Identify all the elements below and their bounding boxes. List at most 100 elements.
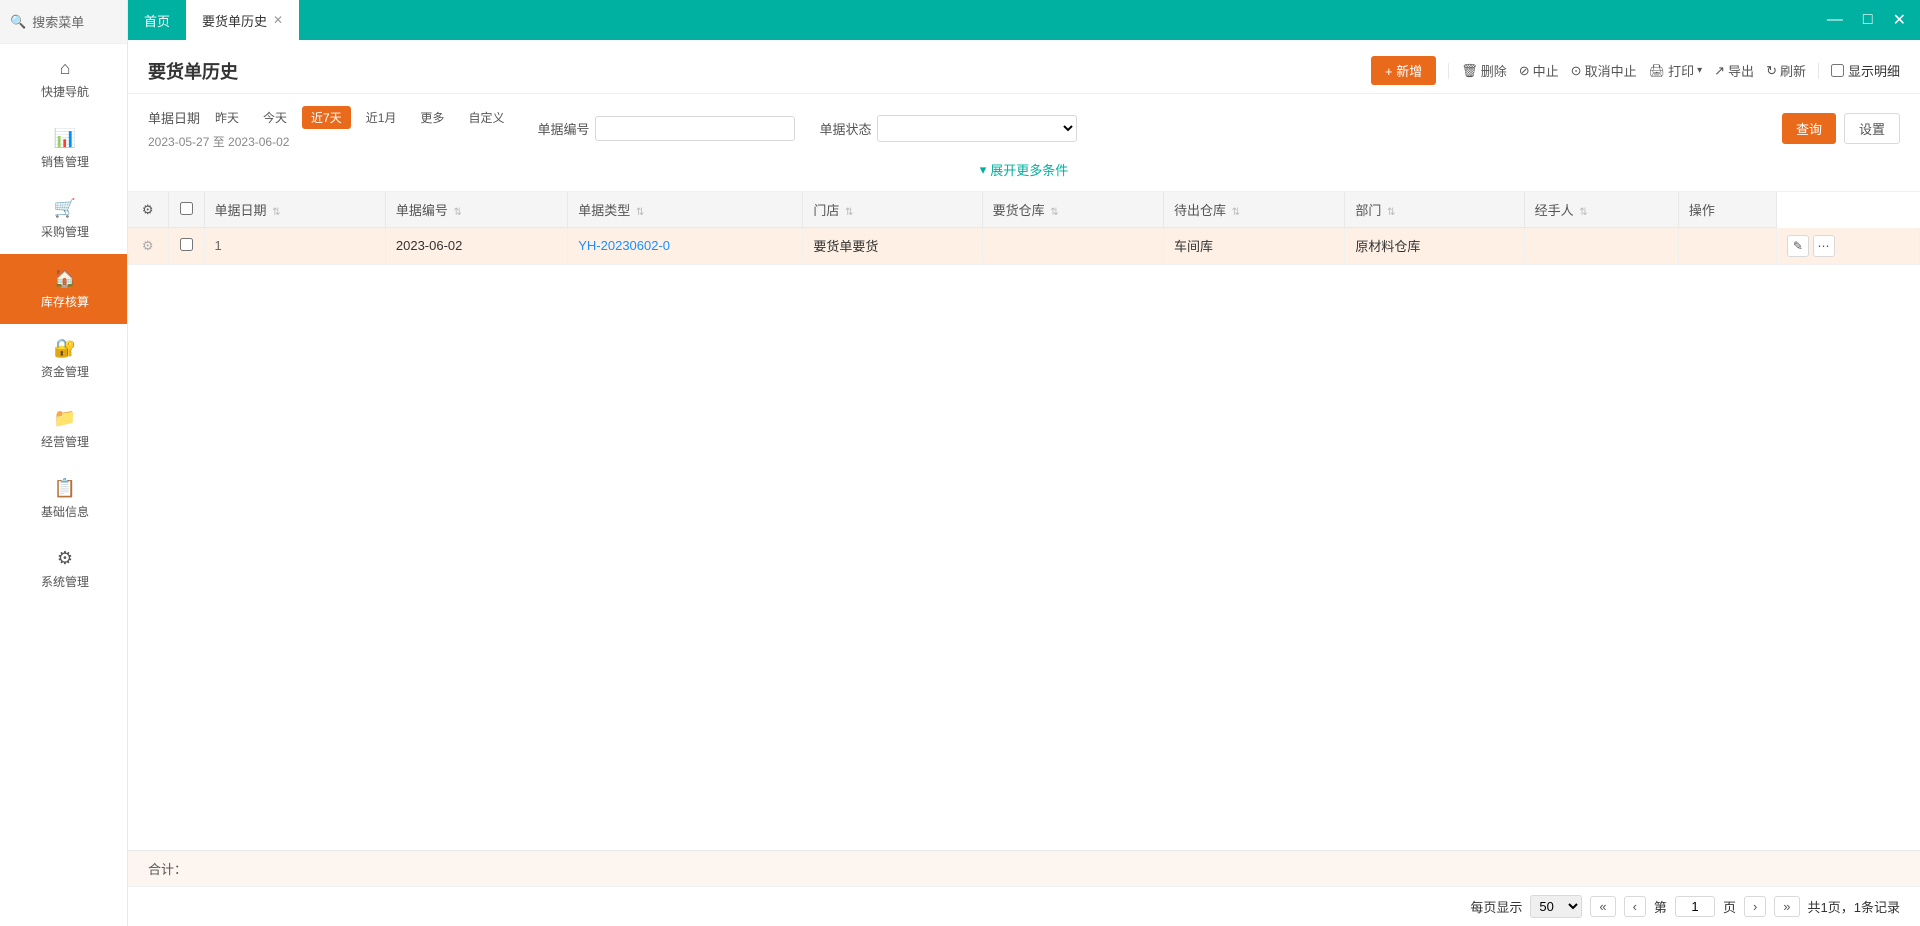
sales-icon: 📊 — [54, 128, 76, 149]
col-settings[interactable]: ⚙ — [128, 192, 168, 228]
stop-button[interactable]: ⊘ 中止 — [1519, 61, 1559, 80]
query-button[interactable]: 查询 — [1782, 113, 1836, 144]
sidebar-item-system[interactable]: ⚙ 系统管理 — [0, 534, 127, 604]
page-suffix: 页 — [1723, 897, 1736, 916]
print-button[interactable]: 🖨 打印 ▾ — [1649, 61, 1703, 80]
export-button[interactable]: ↗ 导出 — [1714, 61, 1754, 80]
tab-close-icon[interactable]: ✕ — [273, 13, 283, 27]
last-page-button[interactable]: » — [1774, 896, 1799, 917]
select-all-checkbox[interactable] — [180, 202, 193, 215]
col-req-warehouse[interactable]: 要货仓库 ⇅ — [982, 192, 1163, 228]
row-doc-type: 要货单要货 — [803, 228, 982, 265]
status-select[interactable] — [877, 115, 1077, 142]
per-page-select[interactable]: 50 100 — [1530, 895, 1582, 918]
toolbar: + 新增 🗑 删除 ⊘ 中止 ⊙ 取消中止 🖨 打印 ▾ — [1371, 56, 1900, 85]
sort-pendwh-icon: ⇅ — [1232, 207, 1240, 218]
cancel-stop-label: 取消中止 — [1585, 61, 1637, 80]
refresh-button[interactable]: ↻ 刷新 — [1766, 61, 1806, 80]
row-handler — [1678, 228, 1776, 265]
sidebar-item-label: 资金管理 — [41, 363, 89, 380]
home-icon: ⌂ — [60, 58, 71, 79]
page-number-input[interactable] — [1675, 896, 1715, 917]
col-doc-no-label: 单据编号 — [396, 203, 448, 218]
sort-handler-icon: ⇅ — [1579, 207, 1587, 218]
sidebar-item-operations[interactable]: 📁 经营管理 — [0, 394, 127, 464]
refresh-label: 刷新 — [1780, 61, 1806, 80]
tab-home-label: 首页 — [144, 11, 170, 30]
col-doc-type[interactable]: 单据类型 ⇅ — [568, 192, 803, 228]
status-label: 单据状态 — [819, 119, 871, 138]
row-store — [982, 228, 1163, 265]
main-area: 首页 要货单历史 ✕ — □ ✕ 要货单历史 + 新增 🗑 删除 ⊘ — [128, 0, 1920, 926]
sort-store-icon: ⇅ — [845, 207, 853, 218]
cancel-stop-button[interactable]: ⊙ 取消中止 — [1571, 61, 1637, 80]
tab-history[interactable]: 要货单历史 ✕ — [186, 0, 299, 40]
new-button[interactable]: + 新增 — [1371, 56, 1436, 85]
date-btn-more[interactable]: 更多 — [411, 106, 453, 129]
show-detail-checkbox[interactable]: 显示明细 — [1831, 61, 1900, 80]
sidebar-search[interactable]: 🔍 搜索菜单 — [0, 0, 127, 44]
sort-doctype-icon: ⇅ — [636, 207, 644, 218]
status-filter: 单据状态 — [819, 115, 1077, 142]
row-edit-button[interactable]: ✎ — [1787, 235, 1809, 257]
table-header-row: ⚙ 单据日期 ⇅ 单据编号 ⇅ 单据类型 — [128, 192, 1920, 228]
operations-icon: 📁 — [54, 408, 76, 429]
col-doc-type-label: 单据类型 — [578, 203, 630, 218]
settings-button[interactable]: 设置 — [1844, 113, 1900, 144]
col-store-label: 门店 — [813, 203, 839, 218]
sidebar-item-sales[interactable]: 📊 销售管理 — [0, 114, 127, 184]
sidebar-item-quick-nav[interactable]: ⌂ 快捷导航 — [0, 44, 127, 114]
sidebar-item-label: 销售管理 — [41, 153, 89, 170]
print-icon: 🖨 — [1649, 63, 1666, 79]
page-title: 要货单历史 — [148, 58, 238, 84]
delete-button[interactable]: 🗑 删除 — [1461, 61, 1507, 80]
row-select-checkbox[interactable] — [180, 238, 193, 251]
cancel-stop-icon: ⊙ — [1571, 63, 1582, 79]
sidebar-item-basic[interactable]: 📋 基础信息 — [0, 464, 127, 534]
date-options: 昨天 今天 近7天 近1月 更多 自定义 — [206, 106, 513, 129]
tab-home[interactable]: 首页 — [128, 0, 186, 40]
col-doc-no[interactable]: 单据编号 ⇅ — [385, 192, 567, 228]
tab-history-label: 要货单历史 — [202, 11, 267, 30]
window-controls: — □ ✕ — [1821, 8, 1920, 32]
doc-no-input[interactable] — [595, 116, 795, 141]
first-page-button[interactable]: « — [1590, 896, 1615, 917]
sidebar-item-purchase[interactable]: 🛒 采购管理 — [0, 184, 127, 254]
sort-dept-icon: ⇅ — [1387, 207, 1395, 218]
show-detail-label: 显示明细 — [1848, 61, 1900, 80]
col-dept[interactable]: 部门 ⇅ — [1345, 192, 1524, 228]
prev-page-button[interactable]: ‹ — [1624, 896, 1646, 917]
col-date-label: 单据日期 — [215, 203, 267, 218]
maximize-button[interactable]: □ — [1857, 9, 1879, 31]
filter-actions: 查询 设置 — [1782, 113, 1900, 144]
sidebar-item-finance[interactable]: 🔐 资金管理 — [0, 324, 127, 394]
col-pending-warehouse[interactable]: 待出仓库 ⇅ — [1163, 192, 1344, 228]
close-button[interactable]: ✕ — [1887, 8, 1912, 32]
date-btn-1month[interactable]: 近1月 — [357, 106, 406, 129]
expand-row: ▾ 展开更多条件 — [148, 156, 1900, 179]
row-more-button[interactable]: ⋯ — [1813, 235, 1835, 257]
col-handler[interactable]: 经手人 ⇅ — [1524, 192, 1678, 228]
filter-area: 单据日期 昨天 今天 近7天 近1月 更多 自定义 2023-05-27 至 2… — [128, 94, 1920, 192]
next-page-button[interactable]: › — [1744, 896, 1766, 917]
minimize-button[interactable]: — — [1821, 9, 1849, 31]
col-store[interactable]: 门店 ⇅ — [803, 192, 982, 228]
expand-button[interactable]: ▾ 展开更多条件 — [980, 160, 1069, 179]
date-btn-7days[interactable]: 近7天 — [302, 106, 351, 129]
show-detail-input[interactable] — [1831, 64, 1844, 77]
col-req-warehouse-label: 要货仓库 — [993, 203, 1045, 218]
stop-icon: ⊘ — [1519, 63, 1530, 79]
sort-date-icon: ⇅ — [272, 207, 280, 218]
system-icon: ⚙ — [57, 548, 73, 569]
sidebar-item-inventory[interactable]: 🏠 库存核算 — [0, 254, 127, 324]
col-date[interactable]: 单据日期 ⇅ — [204, 192, 385, 228]
row-doc-no[interactable]: YH-20230602-0 — [568, 228, 803, 265]
delete-icon: 🗑 — [1461, 63, 1478, 79]
sidebar-item-label: 库存核算 — [41, 293, 89, 310]
date-btn-yesterday[interactable]: 昨天 — [206, 106, 248, 129]
date-btn-today[interactable]: 今天 — [254, 106, 296, 129]
expand-label: 展开更多条件 — [990, 160, 1068, 179]
col-checkbox — [168, 192, 204, 228]
date-btn-custom[interactable]: 自定义 — [459, 106, 513, 129]
delete-label: 删除 — [1481, 61, 1507, 80]
